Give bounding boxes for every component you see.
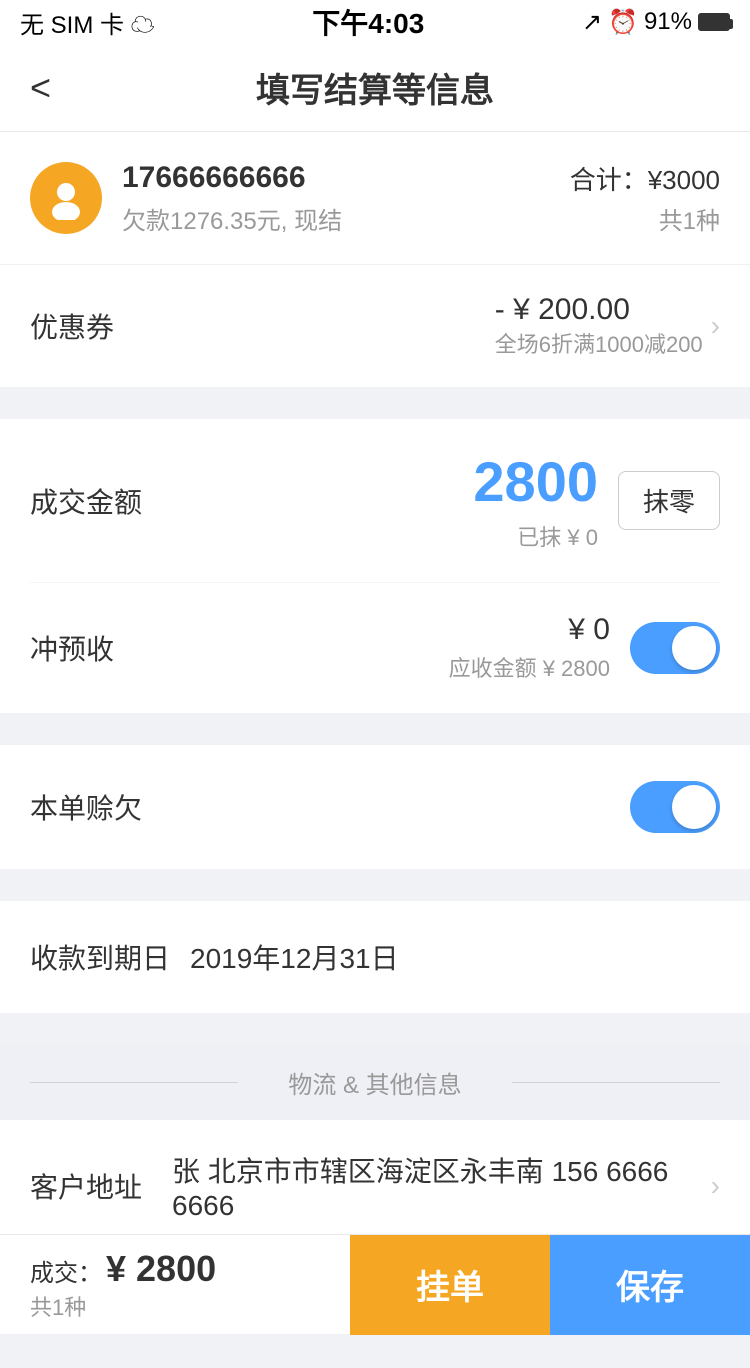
status-bar: 无 SIM 卡 ☁ 下午4:03 ↗ ⏰ 91%: [0, 0, 750, 44]
address-value: 张 北京市市辖区海淀区永丰南 156 6666 6666: [172, 1150, 711, 1222]
address-chevron-icon: ›: [711, 1170, 720, 1202]
logistics-separator: 物流 & 其他信息: [0, 1045, 750, 1120]
prepay-sub: 应收金额 ¥ 2800: [449, 651, 610, 683]
total-label: 合计：¥3000: [570, 160, 720, 197]
sim-status: 无 SIM 卡 ☁: [20, 5, 155, 40]
location-icon: ↗: [582, 8, 602, 37]
separator-1: [0, 403, 750, 419]
coupon-desc: 全场6折满1000减200: [495, 327, 703, 359]
save-button[interactable]: 保存: [550, 1235, 750, 1335]
prepay-toggle[interactable]: [630, 622, 720, 674]
deal-amount-right: 2800 已抹 ¥ 0 抹零: [473, 449, 720, 552]
nav-bar: < 填写结算等信息: [0, 44, 750, 132]
prepay-right: ¥ 0 应收金额 ¥ 2800: [449, 613, 720, 683]
due-date-section: 收款到期日 2019年12月31日: [0, 901, 750, 1013]
separator-3: [0, 885, 750, 901]
battery-percent: 91%: [644, 8, 692, 36]
separator-2: [0, 729, 750, 745]
deal-amount-sub: 已抹 ¥ 0: [473, 520, 598, 552]
separator-4: [0, 1029, 750, 1045]
prepay-row: 冲预收 ¥ 0 应收金额 ¥ 2800: [30, 583, 720, 713]
due-date-row: 收款到期日 2019年12月31日: [30, 901, 720, 1013]
page-title: 填写结算等信息: [256, 63, 494, 112]
footer-amount: ¥ 2800: [106, 1248, 216, 1290]
coupon-discount: - ¥ 200.00: [495, 293, 703, 327]
chevron-right-icon: ›: [711, 310, 720, 342]
customer-left: 17666666666 欠款1276.35元, 现结: [30, 161, 342, 236]
total-count: 共1种: [570, 201, 720, 236]
back-button[interactable]: <: [30, 67, 51, 109]
alarm-icon: ⏰: [608, 8, 638, 37]
address-row[interactable]: 客户地址 张 北京市市辖区海淀区永丰南 156 6666 6666 ›: [30, 1120, 720, 1252]
debt-toggle-knob: [672, 785, 716, 829]
customer-row: 17666666666 欠款1276.35元, 现结 合计：¥3000 共1种: [0, 132, 750, 264]
logistics-line-left: [30, 1082, 238, 1083]
due-date-value: 2019年12月31日: [190, 937, 399, 977]
status-left: 无 SIM 卡 ☁: [20, 5, 155, 40]
customer-right: 合计：¥3000 共1种: [570, 160, 720, 236]
customer-section: 17666666666 欠款1276.35元, 现结 合计：¥3000 共1种 …: [0, 132, 750, 387]
coupon-right: - ¥ 200.00 全场6折满1000减200 ›: [495, 293, 720, 359]
prepay-amount-col: ¥ 0 应收金额 ¥ 2800: [449, 613, 610, 683]
toggle-knob: [672, 626, 716, 670]
prepay-amount: ¥ 0: [568, 613, 610, 647]
deal-amount-value: 2800: [473, 449, 598, 514]
battery-icon: [698, 13, 730, 31]
prepay-label: 冲预收: [30, 628, 114, 668]
deal-amount-row: 成交金额 2800 已抹 ¥ 0 抹零: [30, 419, 720, 583]
round-button[interactable]: 抹零: [618, 471, 720, 530]
due-date-label: 收款到期日: [30, 937, 170, 977]
footer-count: 共1种: [30, 1290, 320, 1322]
coupon-label: 优惠券: [30, 306, 114, 346]
customer-info: 17666666666 欠款1276.35元, 现结: [122, 161, 342, 236]
debt-section: 本单赊欠: [0, 745, 750, 869]
customer-phone: 17666666666: [122, 161, 342, 195]
deal-amount-label: 成交金额: [30, 481, 142, 521]
address-label: 客户地址: [30, 1166, 142, 1206]
deal-section: 成交金额 2800 已抹 ¥ 0 抹零 冲预收 ¥ 0 应收金额 ¥ 2800: [0, 419, 750, 713]
footer: 成交： ¥ 2800 共1种 挂单 保存: [0, 1234, 750, 1334]
address-section: 客户地址 张 北京市市辖区海淀区永丰南 156 6666 6666 ›: [0, 1120, 750, 1252]
deal-amount-col: 2800 已抹 ¥ 0: [473, 449, 598, 552]
status-right: ↗ ⏰ 91%: [582, 8, 730, 37]
debt-toggle[interactable]: [630, 781, 720, 833]
pending-button[interactable]: 挂单: [350, 1235, 550, 1335]
avatar: [30, 162, 102, 234]
customer-sub: 欠款1276.35元, 现结: [122, 201, 342, 236]
debt-label: 本单赊欠: [30, 787, 142, 827]
logistics-text: 物流 & 其他信息: [288, 1065, 461, 1100]
status-time: 下午4:03: [312, 2, 424, 42]
logistics-line-right: [512, 1082, 720, 1083]
debt-row: 本单赊欠: [30, 745, 720, 869]
footer-info: 成交： ¥ 2800 共1种: [0, 1248, 350, 1322]
footer-deal-label: 成交：: [30, 1253, 102, 1288]
coupon-row[interactable]: 优惠券 - ¥ 200.00 全场6折满1000减200 ›: [0, 264, 750, 387]
